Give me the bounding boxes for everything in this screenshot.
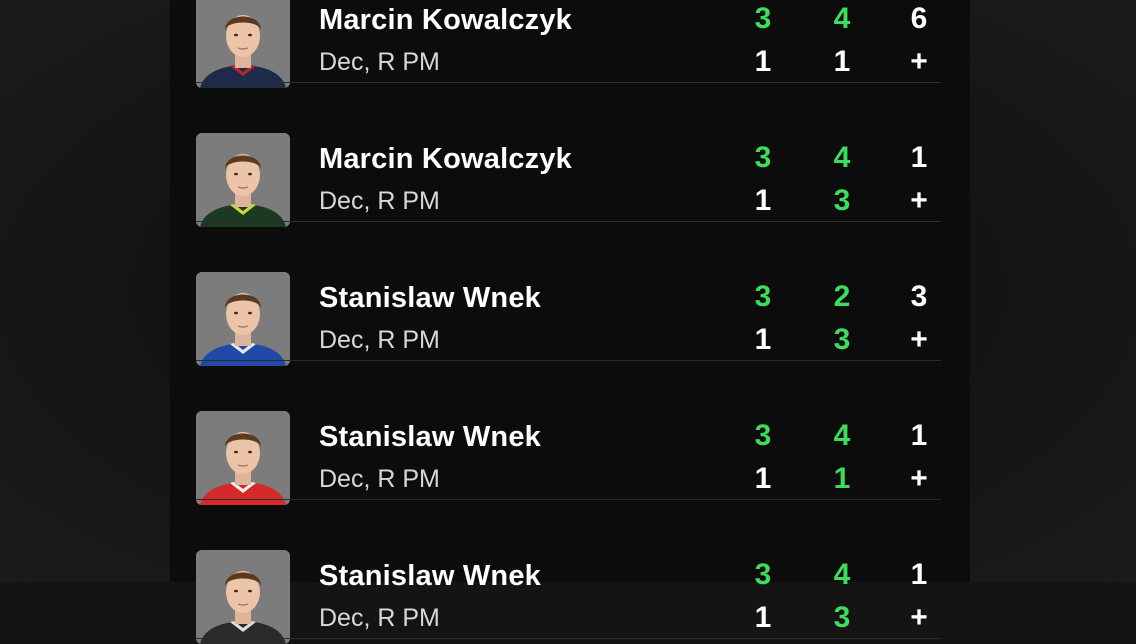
score-set-2-top: 4	[833, 558, 851, 591]
player-photo	[196, 0, 290, 88]
score-set-1-top: 3	[754, 558, 772, 591]
score-set-3-bottom: +	[910, 462, 928, 495]
score-set-1-bottom: 1	[754, 184, 772, 217]
player-name: Marcin Kowalczyk	[319, 4, 573, 36]
score-set-3-top: 3	[910, 280, 928, 313]
score-set-3-top: 1	[910, 141, 928, 174]
score-set-1-top: 3	[754, 419, 772, 452]
list-item[interactable]: Marcin Kowalczyk Dec, R PM 3 4 6 1 1 +	[196, 0, 941, 88]
score-set-2-bottom: 3	[833, 323, 851, 356]
player-photo	[196, 133, 290, 227]
score-set-3-bottom: +	[910, 601, 928, 634]
score-set-2-bottom: 3	[833, 184, 851, 217]
list-item[interactable]: Stanislaw Wnek Dec, R PM 3 2 3 1 3 +	[196, 222, 941, 366]
avatar	[196, 133, 290, 227]
score-set-3-bottom: +	[910, 323, 928, 356]
avatar	[196, 0, 290, 88]
match-date: Dec, R PM	[319, 604, 440, 632]
score-set-1-top: 3	[754, 141, 772, 174]
list-item[interactable]: Stanislaw Wnek Dec, R PM 3 4 1 1 1 +	[196, 361, 941, 505]
score-set-1-top: 3	[754, 2, 772, 35]
avatar	[196, 272, 290, 366]
score-set-2-bottom: 1	[833, 45, 851, 78]
score-set-3-top: 6	[910, 2, 928, 35]
player-photo	[196, 411, 290, 505]
score-set-2-bottom: 1	[833, 462, 851, 495]
score-set-2-bottom: 3	[833, 601, 851, 634]
player-photo	[196, 272, 290, 366]
avatar	[196, 411, 290, 505]
screen-background: Marcin Kowalczyk Dec, R PM 3 4 6 1 1 + M…	[0, 0, 1136, 644]
score-set-2-top: 4	[833, 2, 851, 35]
player-name: Marcin Kowalczyk	[319, 143, 573, 175]
score-set-2-top: 4	[833, 141, 851, 174]
player-results-list: Marcin Kowalczyk Dec, R PM 3 4 6 1 1 + M…	[196, 0, 941, 644]
match-date: Dec, R PM	[319, 187, 440, 215]
player-photo	[196, 550, 290, 644]
score-set-1-bottom: 1	[754, 323, 772, 356]
match-date: Dec, R PM	[319, 326, 440, 354]
score-set-2-top: 4	[833, 419, 851, 452]
player-name: Stanislaw Wnek	[319, 282, 541, 314]
score-set-3-bottom: +	[910, 45, 928, 78]
score-set-1-top: 3	[754, 280, 772, 313]
avatar	[196, 550, 290, 644]
score-set-3-bottom: +	[910, 184, 928, 217]
list-item[interactable]: Stanislaw Wnek Dec, R PM 3 4 1 1 3 +	[196, 500, 941, 644]
player-name: Stanislaw Wnek	[319, 421, 541, 453]
match-date: Dec, R PM	[319, 48, 440, 76]
score-set-3-top: 1	[910, 419, 928, 452]
row-divider	[196, 638, 941, 639]
score-set-2-top: 2	[833, 280, 851, 313]
score-set-1-bottom: 1	[754, 462, 772, 495]
list-item[interactable]: Marcin Kowalczyk Dec, R PM 3 4 1 1 3 +	[196, 83, 941, 227]
score-set-3-top: 1	[910, 558, 928, 591]
score-set-1-bottom: 1	[754, 601, 772, 634]
score-set-1-bottom: 1	[754, 45, 772, 78]
match-date: Dec, R PM	[319, 465, 440, 493]
player-name: Stanislaw Wnek	[319, 560, 541, 592]
